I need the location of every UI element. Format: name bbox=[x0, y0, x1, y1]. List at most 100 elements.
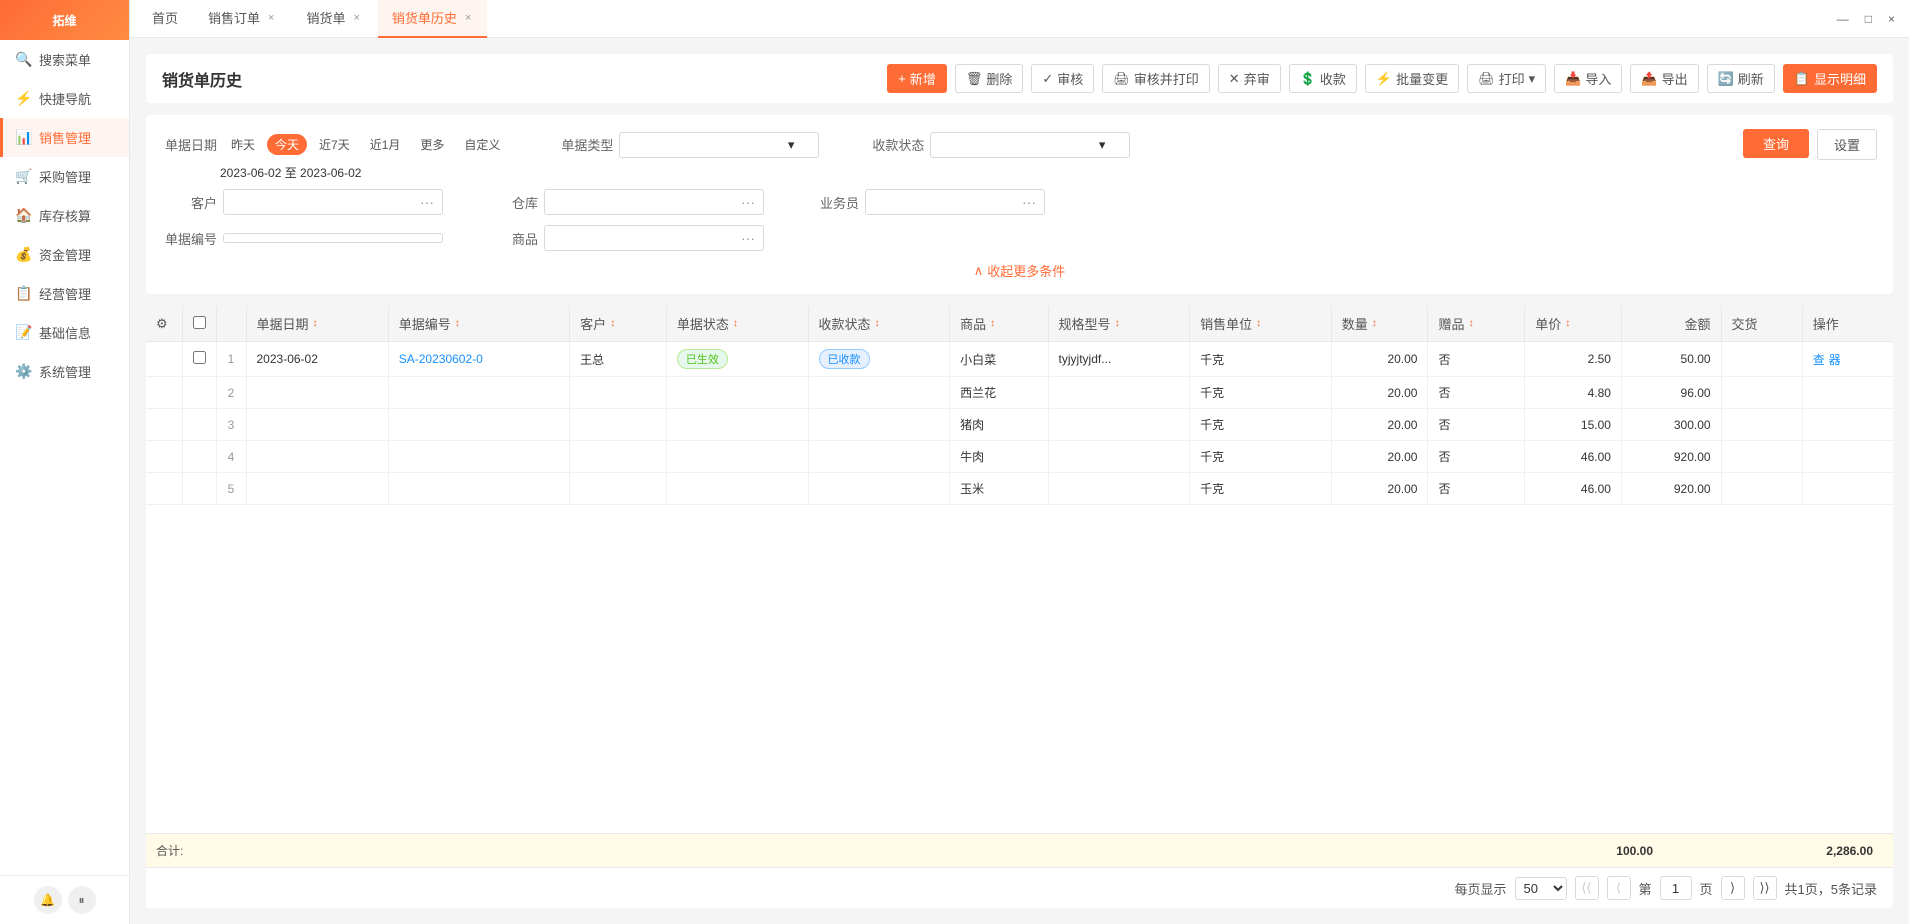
col-qty-header[interactable]: 数量 ↕ bbox=[1331, 306, 1428, 342]
checkbox-cell[interactable] bbox=[182, 409, 216, 441]
tab-sales-history[interactable]: 销货单历史 × bbox=[378, 0, 487, 38]
date-pill-7days[interactable]: 近7天 bbox=[311, 134, 358, 155]
date-pill-1month[interactable]: 近1月 bbox=[362, 134, 409, 155]
sidebar-item-finance[interactable]: 💰 资金管理 bbox=[0, 235, 129, 274]
tab-maximize-btn[interactable]: □ bbox=[1859, 10, 1878, 28]
row-number-cell: 1 bbox=[216, 342, 246, 377]
date-pill-today[interactable]: 今天 bbox=[267, 134, 307, 155]
sidebar-item-purchase-mgmt[interactable]: 🛒 采购管理 bbox=[0, 157, 129, 196]
notification-btn[interactable]: 🔔 bbox=[34, 886, 62, 914]
col-goods-header[interactable]: 商品 ↕ bbox=[950, 306, 1048, 342]
sidebar-item-sys-mgmt[interactable]: ⚙️ 系统管理 bbox=[0, 352, 129, 391]
audit-button[interactable]: ✓ 审核 bbox=[1031, 64, 1094, 93]
no-cell[interactable] bbox=[388, 409, 569, 441]
sidebar-item-quick-nav[interactable]: ⚡ 快捷导航 bbox=[0, 79, 129, 118]
salesperson-input[interactable]: ··· bbox=[865, 189, 1045, 215]
show-detail-button[interactable]: 📋 显示明细 bbox=[1783, 64, 1877, 93]
row-checkbox[interactable] bbox=[193, 351, 206, 364]
sidebar-item-sales-mgmt[interactable]: 📊 销售管理 bbox=[0, 118, 129, 157]
print-button[interactable]: 🖨 打印 ▾ bbox=[1467, 64, 1546, 93]
sidebar-bottom: 🔔 ⏸ bbox=[0, 875, 129, 924]
qty-cell: 20.00 bbox=[1331, 473, 1428, 505]
warehouse-input[interactable]: ··· bbox=[544, 189, 764, 215]
sidebar-item-search-menu[interactable]: 🔍 搜索菜单 bbox=[0, 40, 129, 79]
tab-sales-goods[interactable]: 销货单 × bbox=[292, 0, 375, 38]
tab-sales-order[interactable]: 销售订单 × bbox=[194, 0, 290, 38]
no-cell[interactable] bbox=[388, 377, 569, 409]
col-gift-header[interactable]: 赠品 ↕ bbox=[1428, 306, 1525, 342]
checkbox-col-header[interactable] bbox=[182, 306, 216, 342]
date-pill-yesterday[interactable]: 昨天 bbox=[223, 134, 263, 155]
no-cell[interactable] bbox=[388, 473, 569, 505]
docno-input[interactable] bbox=[223, 233, 443, 243]
salesperson-dots-icon[interactable]: ··· bbox=[1022, 194, 1036, 210]
tab-sales-goods-close[interactable]: × bbox=[351, 12, 361, 24]
first-page-btn[interactable]: ⟨⟨ bbox=[1575, 876, 1599, 900]
page-number-input[interactable] bbox=[1660, 876, 1692, 900]
col-unit-header[interactable]: 销售单位 ↕ bbox=[1190, 306, 1332, 342]
pause-btn[interactable]: ⏸ bbox=[68, 886, 96, 914]
checkbox-cell[interactable] bbox=[182, 441, 216, 473]
no-cell[interactable]: SA-20230602-0 bbox=[388, 342, 569, 377]
checkbox-cell[interactable] bbox=[182, 342, 216, 377]
tab-sales-order-close[interactable]: × bbox=[266, 12, 276, 24]
date-pill-more[interactable]: 更多 bbox=[412, 134, 452, 155]
query-button[interactable]: 查询 bbox=[1743, 129, 1809, 158]
goods-input[interactable]: ··· bbox=[544, 225, 764, 251]
sidebar-item-inventory[interactable]: 🏠 库存核算 bbox=[0, 196, 129, 235]
audit-print-button[interactable]: 🖨 审核并打印 bbox=[1102, 64, 1210, 93]
abandon-button[interactable]: ✕ 弃审 bbox=[1218, 64, 1281, 93]
col-customer-header[interactable]: 客户 ↕ bbox=[570, 306, 667, 342]
col-num-header bbox=[216, 306, 246, 342]
col-price-header[interactable]: 单价 ↕ bbox=[1525, 306, 1622, 342]
col-paystatus-header[interactable]: 收款状态 ↕ bbox=[808, 306, 950, 342]
filter-paystatus-item: 收款状态 ▾ bbox=[869, 132, 1130, 158]
sidebar-item-label: 系统管理 bbox=[39, 362, 91, 381]
import-button[interactable]: 📥 导入 bbox=[1554, 64, 1622, 93]
setting-button[interactable]: 设置 bbox=[1817, 129, 1877, 160]
table-settings-icon[interactable]: ⚙ bbox=[156, 316, 168, 331]
select-all-checkbox[interactable] bbox=[193, 316, 206, 329]
tab-home[interactable]: 首页 bbox=[138, 0, 192, 38]
next-page-btn[interactable]: ⟩ bbox=[1721, 876, 1745, 900]
filter-salesperson-item: 业务员 ··· bbox=[804, 189, 1045, 215]
last-page-btn[interactable]: ⟩⟩ bbox=[1753, 876, 1777, 900]
doctype-select[interactable]: ▾ bbox=[619, 132, 819, 158]
refresh-button[interactable]: 🔄 刷新 bbox=[1707, 64, 1775, 93]
customer-input[interactable]: ··· bbox=[223, 189, 443, 215]
collapse-button[interactable]: ∧ 收起更多条件 bbox=[162, 261, 1877, 280]
sidebar-item-basic-info[interactable]: 📝 基础信息 bbox=[0, 313, 129, 352]
transaction-cell bbox=[1721, 409, 1802, 441]
prev-page-btn[interactable]: ⟨ bbox=[1607, 876, 1631, 900]
tab-minimize-btn[interactable]: — bbox=[1831, 10, 1855, 28]
tab-sales-history-close[interactable]: × bbox=[463, 12, 473, 24]
chart-icon: 📊 bbox=[15, 129, 31, 146]
new-button[interactable]: + 新增 bbox=[887, 64, 947, 93]
export-button[interactable]: 📤 导出 bbox=[1630, 64, 1698, 93]
goods-cell: 玉米 bbox=[950, 473, 1048, 505]
dropdown-arrow-icon: ▾ bbox=[1529, 71, 1536, 87]
customer-dots-icon[interactable]: ··· bbox=[420, 194, 434, 210]
goods-dots-icon[interactable]: ··· bbox=[741, 230, 755, 246]
collect-button[interactable]: 💲 收款 bbox=[1289, 64, 1357, 93]
delete-button[interactable]: 🗑 删除 bbox=[955, 64, 1024, 93]
date-pill-custom[interactable]: 自定义 bbox=[456, 134, 508, 155]
checkbox-cell[interactable] bbox=[182, 377, 216, 409]
row-action-link[interactable]: 查 bbox=[1813, 353, 1825, 367]
col-no-header[interactable]: 单据编号 ↕ bbox=[388, 306, 569, 342]
col-docstatus-header[interactable]: 单据状态 ↕ bbox=[666, 306, 808, 342]
home-icon: 🏠 bbox=[15, 207, 31, 224]
no-cell[interactable] bbox=[388, 441, 569, 473]
batch-change-button[interactable]: ⚡ 批量变更 bbox=[1365, 64, 1459, 93]
col-spec-header[interactable]: 规格型号 ↕ bbox=[1048, 306, 1190, 342]
sidebar-item-ops[interactable]: 📋 经营管理 bbox=[0, 274, 129, 313]
warehouse-dots-icon[interactable]: ··· bbox=[741, 194, 755, 210]
tab-window-close-btn[interactable]: × bbox=[1882, 10, 1901, 28]
checkbox-cell[interactable] bbox=[182, 473, 216, 505]
col-date-header[interactable]: 单据日期 ↕ bbox=[246, 306, 388, 342]
paystatus-select[interactable]: ▾ bbox=[930, 132, 1130, 158]
row-action-link[interactable]: 器 bbox=[1829, 353, 1841, 367]
settings-col-header[interactable]: ⚙ bbox=[146, 306, 182, 342]
table-scroll-area[interactable]: ⚙ 单据日期 ↕ bbox=[146, 306, 1893, 833]
per-page-select[interactable]: 50 100 200 bbox=[1515, 877, 1567, 900]
